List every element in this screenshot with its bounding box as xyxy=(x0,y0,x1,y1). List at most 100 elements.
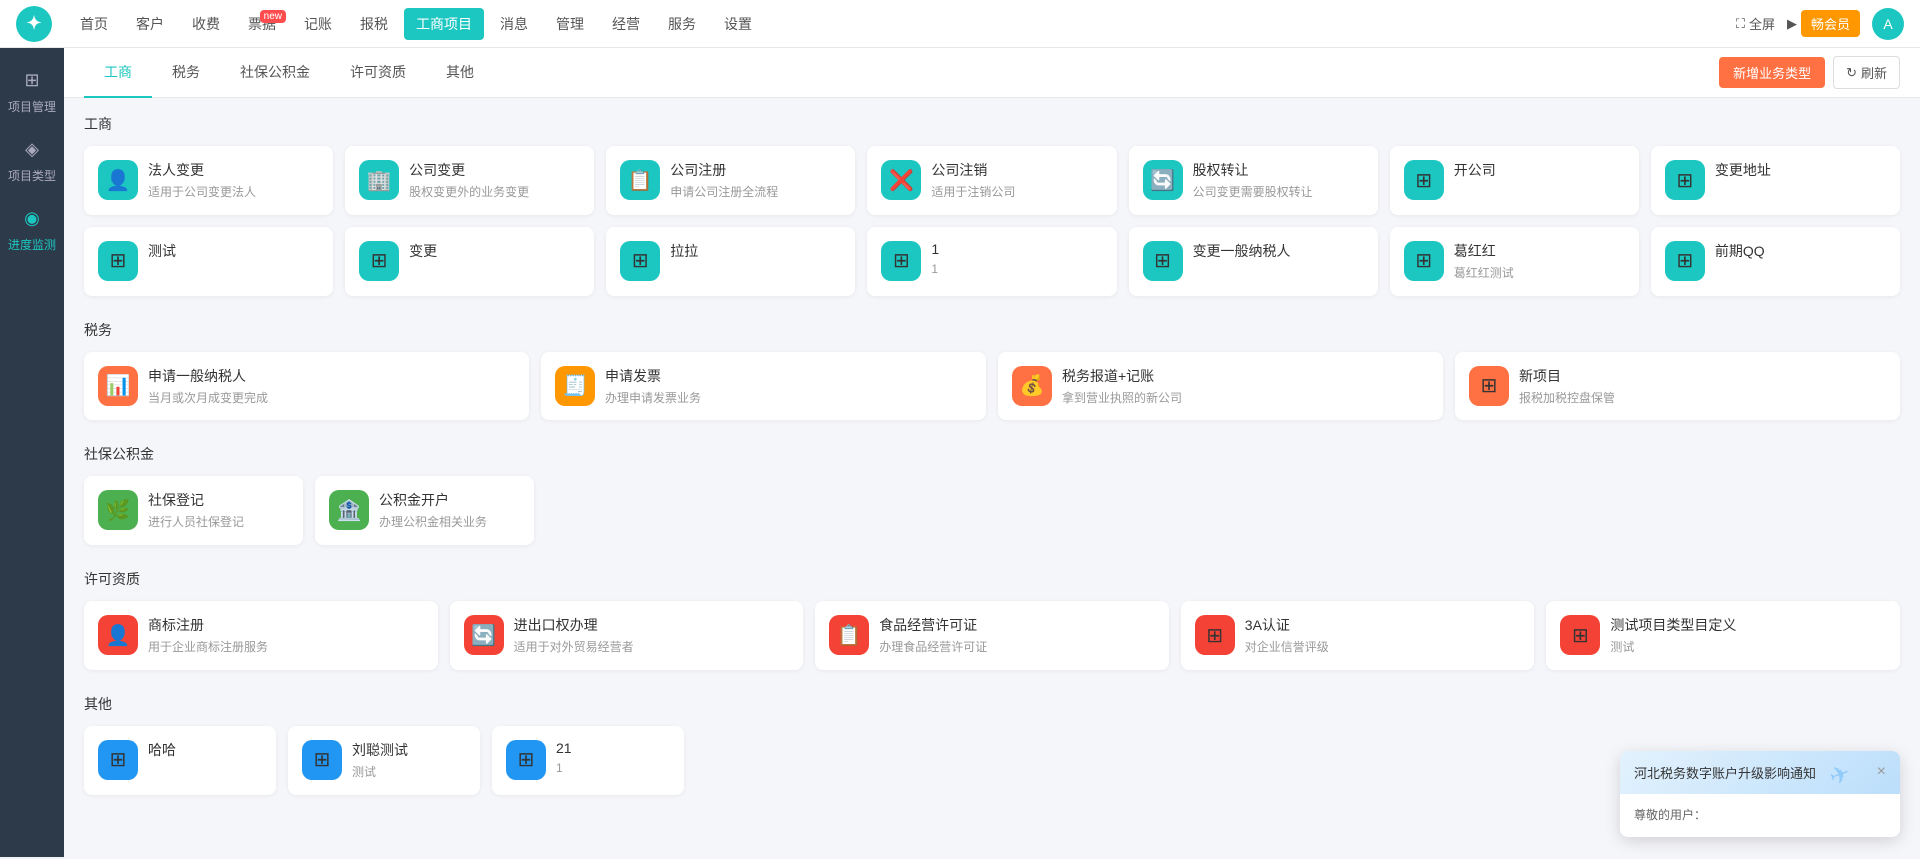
vip-video-btn[interactable]: ▶ 畅会员 xyxy=(1787,10,1860,37)
card-shenqing-nashuiren[interactable]: 📊 申请一般纳税人 当月或次月成变更完成 xyxy=(84,352,529,421)
nav-industry[interactable]: 工商项目 xyxy=(404,8,484,40)
card-biangeng-nashuiren[interactable]: ⊞ 变更一般纳税人 xyxy=(1129,227,1378,296)
tab-shuiwu[interactable]: 税务 xyxy=(152,48,220,98)
card-gehonghong[interactable]: ⊞ 葛红红 葛红红测试 xyxy=(1390,227,1639,296)
nav-service[interactable]: 服务 xyxy=(656,8,708,40)
nav-tax[interactable]: 报税 xyxy=(348,8,400,40)
card-gongsi-zhuce[interactable]: 📋 公司注册 申请公司注册全流程 xyxy=(606,146,855,215)
card-gongjijin-kaihu[interactable]: 🏦 公积金开户 办理公积金相关业务 xyxy=(315,476,534,545)
card-ceshi-leixing[interactable]: ⊞ 测试项目类型目定义 测试 xyxy=(1546,601,1900,670)
gongshang-cards-row2: ⊞ 测试 ⊞ 变更 ⊞ 拉拉 xyxy=(84,227,1900,296)
card-icon: ⊞ xyxy=(620,241,660,281)
nav-settings[interactable]: 设置 xyxy=(712,8,764,40)
section-shebao-title: 社保公积金 xyxy=(84,444,1900,464)
section-shuiwu: 税务 📊 申请一般纳税人 当月或次月成变更完成 🧾 申请发票 办理申请发票业务 xyxy=(84,320,1900,421)
nav-home[interactable]: 首页 xyxy=(68,8,120,40)
card-icon: 🌿 xyxy=(98,490,138,530)
sidebar: ⊞ 项目管理 ◈ 项目类型 ◉ 进度监测 xyxy=(0,48,64,857)
nav-bookkeeping[interactable]: 记账 xyxy=(292,8,344,40)
notification-body: 尊敬的用户： xyxy=(1620,794,1900,837)
card-icon: 📋 xyxy=(829,615,869,655)
gongshang-cards-row1: 👤 法人变更 适用于公司变更法人 🏢 公司变更 股权变更外的业务变更 📋 xyxy=(84,146,1900,215)
nav-invoice[interactable]: 票据 new xyxy=(236,8,288,40)
tab-shebao[interactable]: 社保公积金 xyxy=(220,48,330,98)
card-icon: 📋 xyxy=(620,160,660,200)
play-icon: ▶ xyxy=(1787,16,1797,32)
card-icon: ⊞ xyxy=(1404,241,1444,281)
card-21[interactable]: ⊞ 21 1 xyxy=(492,726,684,795)
card-lala[interactable]: ⊞ 拉拉 xyxy=(606,227,855,296)
card-1[interactable]: ⊞ 1 1 xyxy=(867,227,1116,296)
card-icon: ⊞ xyxy=(1195,615,1235,655)
notification-popup: 河北税务数字账户升级影响通知 × ✈ 尊敬的用户： xyxy=(1620,751,1900,837)
card-icon: 🔄 xyxy=(464,615,504,655)
nav-customer[interactable]: 客户 xyxy=(124,8,176,40)
logo[interactable]: ✦ xyxy=(16,6,52,42)
xuke-cards: 👤 商标注册 用于企业商标注册服务 🔄 进出口权办理 适用于对外贸易经营者 📋 xyxy=(84,601,1900,670)
grid-icon: ⊞ xyxy=(18,66,46,94)
other-cards: ⊞ 哈哈 ⊞ 刘聪测试 测试 ⊞ 21 xyxy=(84,726,684,795)
card-3a-renzheng[interactable]: ⊞ 3A认证 对企业信誉评级 xyxy=(1181,601,1535,670)
tab-xuke[interactable]: 许可资质 xyxy=(330,48,426,98)
card-icon: ⊞ xyxy=(1665,160,1705,200)
card-kai-gongsi[interactable]: ⊞ 开公司 xyxy=(1390,146,1639,215)
card-icon: 👤 xyxy=(98,615,138,655)
card-icon: ⊞ xyxy=(359,241,399,281)
card-xin-xiangmu[interactable]: ⊞ 新项目 报税加税控盘保管 xyxy=(1455,352,1900,421)
main-content: 工商 税务 社保公积金 许可资质 其他 新增业务类型 ↻ 刷新 工商 👤 法人变… xyxy=(64,48,1920,859)
card-liucong-ceshi[interactable]: ⊞ 刘聪测试 测试 xyxy=(288,726,480,795)
nav-operation[interactable]: 经营 xyxy=(600,8,652,40)
sidebar-item-progress[interactable]: ◉ 进度监测 xyxy=(0,194,64,263)
card-icon: 📊 xyxy=(98,366,138,406)
fullscreen-btn[interactable]: ⛶ 全屏 xyxy=(1736,14,1775,33)
nav-message[interactable]: 消息 xyxy=(488,8,540,40)
sub-nav-actions: 新增业务类型 ↻ 刷新 xyxy=(1719,56,1900,89)
card-icon: ⊞ xyxy=(302,740,342,780)
card-icon: ⊞ xyxy=(506,740,546,780)
card-icon: ⊞ xyxy=(1404,160,1444,200)
card-shipin-xuke[interactable]: 📋 食品经营许可证 办理食品经营许可证 xyxy=(815,601,1169,670)
section-shebao: 社保公积金 🌿 社保登记 进行人员社保登记 🏦 公积金开户 办理公积金相关业务 xyxy=(84,444,1900,545)
card-jinchuko-banli[interactable]: 🔄 进出口权办理 适用于对外贸易经营者 xyxy=(450,601,804,670)
sidebar-item-project-manage[interactable]: ⊞ 项目管理 xyxy=(0,56,64,125)
refresh-icon: ↻ xyxy=(1846,65,1857,81)
card-guquan-zhuanrang[interactable]: 🔄 股权转让 公司变更需要股权转让 xyxy=(1129,146,1378,215)
card-icon: ⊞ xyxy=(1469,366,1509,406)
card-faren-biangeng[interactable]: 👤 法人变更 适用于公司变更法人 xyxy=(84,146,333,215)
notification-close[interactable]: × xyxy=(1877,763,1886,781)
card-gongsi-biangeng[interactable]: 🏢 公司变更 股权变更外的业务变更 xyxy=(345,146,594,215)
card-qianqiQQ[interactable]: ⊞ 前期QQ xyxy=(1651,227,1900,296)
card-ceshi[interactable]: ⊞ 测试 xyxy=(84,227,333,296)
card-icon: ⊞ xyxy=(1143,241,1183,281)
card-shenqing-fapiao[interactable]: 🧾 申请发票 办理申请发票业务 xyxy=(541,352,986,421)
monitor-icon: ◉ xyxy=(18,204,46,232)
card-shebao-dengji[interactable]: 🌿 社保登记 进行人员社保登记 xyxy=(84,476,303,545)
category-icon: ◈ xyxy=(18,135,46,163)
nav-manage[interactable]: 管理 xyxy=(544,8,596,40)
card-icon: ⊞ xyxy=(881,241,921,281)
section-gongshang: 工商 👤 法人变更 适用于公司变更法人 🏢 公司变更 股权变更外的业务变更 xyxy=(84,114,1900,296)
card-icon: ⊞ xyxy=(98,740,138,780)
new-type-button[interactable]: 新增业务类型 xyxy=(1719,57,1825,88)
card-shuiwu-baodao[interactable]: 💰 税务报道+记账 拿到营业执照的新公司 xyxy=(998,352,1443,421)
notification-header: 河北税务数字账户升级影响通知 × ✈ xyxy=(1620,751,1900,794)
card-icon: ❌ xyxy=(881,160,921,200)
card-gongsi-zhuxiao[interactable]: ❌ 公司注销 适用于注销公司 xyxy=(867,146,1116,215)
sidebar-item-project-type[interactable]: ◈ 项目类型 xyxy=(0,125,64,194)
logo-icon: ✦ xyxy=(26,13,41,34)
card-shangbiao-zhuce[interactable]: 👤 商标注册 用于企业商标注册服务 xyxy=(84,601,438,670)
tab-other[interactable]: 其他 xyxy=(426,48,494,98)
content-area: 工商 👤 法人变更 适用于公司变更法人 🏢 公司变更 股权变更外的业务变更 xyxy=(64,98,1920,859)
vip-badge[interactable]: 畅会员 xyxy=(1801,10,1860,37)
card-icon: ⊞ xyxy=(1560,615,1600,655)
card-icon: 👤 xyxy=(98,160,138,200)
refresh-button[interactable]: ↻ 刷新 xyxy=(1833,56,1900,89)
card-biangeng-dizhi[interactable]: ⊞ 变更地址 xyxy=(1651,146,1900,215)
tab-gongshang[interactable]: 工商 xyxy=(84,48,152,98)
avatar[interactable]: A xyxy=(1872,8,1904,40)
card-biangeng2[interactable]: ⊞ 变更 xyxy=(345,227,594,296)
card-haha[interactable]: ⊞ 哈哈 xyxy=(84,726,276,795)
sub-nav: 工商 税务 社保公积金 许可资质 其他 新增业务类型 ↻ 刷新 xyxy=(64,48,1920,98)
notification-title: 河北税务数字账户升级影响通知 xyxy=(1634,763,1816,782)
nav-billing[interactable]: 收费 xyxy=(180,8,232,40)
